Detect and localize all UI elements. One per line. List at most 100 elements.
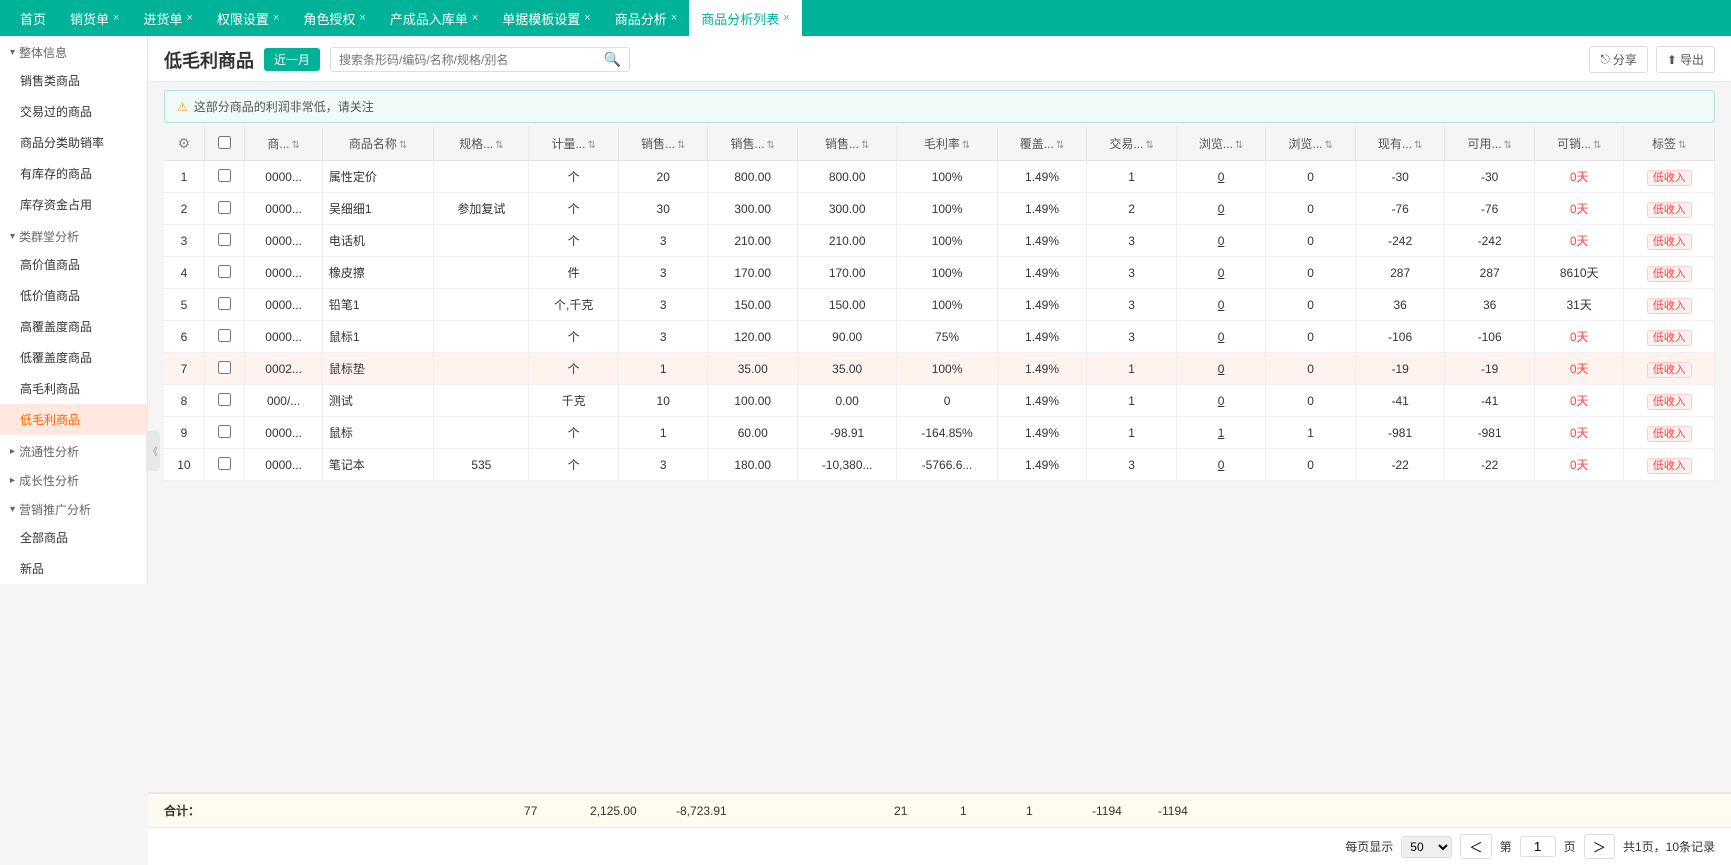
col-available[interactable]: 可用...⇅ bbox=[1445, 127, 1535, 161]
date-filter-button[interactable]: 近一月 bbox=[264, 48, 320, 71]
close-icon[interactable]: × bbox=[113, 12, 119, 24]
nav-product-analysis[interactable]: 商品分析 × bbox=[603, 0, 689, 36]
close-icon[interactable]: × bbox=[186, 12, 192, 24]
col-spec[interactable]: 规格...⇅ bbox=[434, 127, 529, 161]
sidebar-item-low-value[interactable]: 低价值商品 bbox=[0, 280, 147, 311]
select-all-checkbox[interactable] bbox=[218, 136, 231, 149]
close-icon[interactable]: × bbox=[273, 12, 279, 24]
close-icon[interactable]: × bbox=[584, 12, 590, 24]
prev-page-button[interactable]: ＜ bbox=[1460, 834, 1491, 859]
row-name: 笔记本 bbox=[322, 449, 433, 481]
nav-template-settings[interactable]: 单据模板设置 × bbox=[490, 0, 602, 36]
row-select-checkbox[interactable] bbox=[218, 265, 231, 278]
tag-badge: 低收入 bbox=[1647, 266, 1692, 282]
row-select-checkbox[interactable] bbox=[218, 233, 231, 246]
nav-finished-goods[interactable]: 产成品入库单 × bbox=[378, 0, 490, 36]
col-sales-amount[interactable]: 销售...⇅ bbox=[798, 127, 897, 161]
row-select-checkbox[interactable] bbox=[218, 297, 231, 310]
row-no: 2 bbox=[164, 193, 204, 225]
row-view1[interactable]: 0 bbox=[1176, 225, 1266, 257]
sidebar-item-stock-funds[interactable]: 库存资金占用 bbox=[0, 189, 147, 220]
row-select-checkbox[interactable] bbox=[218, 425, 231, 438]
nav-permission-settings[interactable]: 权限设置 × bbox=[205, 0, 291, 36]
col-view2[interactable]: 浏览...⇅ bbox=[1266, 127, 1356, 161]
nav-purchase-order[interactable]: 进货单 × bbox=[131, 0, 204, 36]
row-checkbox[interactable] bbox=[204, 289, 245, 321]
sidebar-group-overall-info[interactable]: ▾ 整体信息 bbox=[0, 36, 147, 65]
share-button[interactable]: ⎋ 分享 bbox=[1589, 46, 1648, 73]
col-cover-rate[interactable]: 覆盖...⇅ bbox=[997, 127, 1087, 161]
search-icon[interactable]: 🔍 bbox=[604, 51, 621, 68]
column-settings-icon[interactable]: ⚙ bbox=[178, 135, 191, 151]
sidebar-group-liquidity[interactable]: ▸ 流通性分析 bbox=[0, 435, 147, 464]
row-checkbox[interactable] bbox=[204, 385, 245, 417]
row-view1[interactable]: 1 bbox=[1176, 417, 1266, 449]
page-input[interactable] bbox=[1520, 836, 1556, 857]
sidebar-collapse-button[interactable]: 《 bbox=[146, 431, 160, 471]
row-checkbox[interactable] bbox=[204, 161, 245, 193]
sidebar-item-traded-goods[interactable]: 交易过的商品 bbox=[0, 96, 147, 127]
sidebar-item-category-rate[interactable]: 商品分类助销率 bbox=[0, 127, 147, 158]
sidebar-item-new-goods[interactable]: 新品 bbox=[0, 553, 147, 584]
row-checkbox[interactable] bbox=[204, 193, 245, 225]
col-settings[interactable]: ⚙ bbox=[164, 127, 204, 161]
row-name: 属性定价 bbox=[322, 161, 433, 193]
close-icon[interactable]: × bbox=[359, 12, 365, 24]
next-page-button[interactable]: ＞ bbox=[1584, 834, 1615, 859]
col-sellable[interactable]: 可销...⇅ bbox=[1534, 127, 1624, 161]
row-checkbox[interactable] bbox=[204, 417, 245, 449]
close-icon[interactable]: × bbox=[472, 12, 478, 24]
row-view1[interactable]: 0 bbox=[1176, 321, 1266, 353]
row-select-checkbox[interactable] bbox=[218, 361, 231, 374]
row-select-checkbox[interactable] bbox=[218, 457, 231, 470]
nav-role-auth[interactable]: 角色授权 × bbox=[291, 0, 377, 36]
sidebar-item-low-margin[interactable]: 低毛利商品 bbox=[0, 404, 147, 435]
row-transaction: 1 bbox=[1087, 161, 1177, 193]
row-view1[interactable]: 0 bbox=[1176, 385, 1266, 417]
row-view1[interactable]: 0 bbox=[1176, 257, 1266, 289]
sidebar-item-low-coverage[interactable]: 低覆盖度商品 bbox=[0, 342, 147, 373]
col-code[interactable]: 商...⇅ bbox=[245, 127, 323, 161]
row-code: 0000... bbox=[245, 193, 323, 225]
nav-home[interactable]: 首页 bbox=[8, 0, 58, 36]
col-name[interactable]: 商品名称⇅ bbox=[322, 127, 433, 161]
row-checkbox[interactable] bbox=[204, 225, 245, 257]
row-view1[interactable]: 0 bbox=[1176, 289, 1266, 321]
col-transaction[interactable]: 交易...⇅ bbox=[1087, 127, 1177, 161]
sidebar-group-cluster-analysis[interactable]: ▾ 类群堂分析 bbox=[0, 220, 147, 249]
col-view1[interactable]: 浏览...⇅ bbox=[1176, 127, 1266, 161]
row-checkbox[interactable] bbox=[204, 449, 245, 481]
col-tag[interactable]: 标签⇅ bbox=[1624, 127, 1715, 161]
row-checkbox[interactable] bbox=[204, 321, 245, 353]
close-icon[interactable]: × bbox=[783, 12, 789, 24]
nav-product-analysis-list[interactable]: 商品分析列表 × bbox=[689, 0, 801, 36]
per-page-select[interactable]: 50 100 bbox=[1401, 836, 1452, 858]
row-select-checkbox[interactable] bbox=[218, 329, 231, 342]
search-input[interactable] bbox=[339, 53, 604, 67]
row-select-checkbox[interactable] bbox=[218, 201, 231, 214]
sidebar-item-all-goods[interactable]: 全部商品 bbox=[0, 522, 147, 553]
row-view1[interactable]: 0 bbox=[1176, 193, 1266, 225]
sidebar-item-high-margin[interactable]: 高毛利商品 bbox=[0, 373, 147, 404]
export-button[interactable]: ⬆ 导出 bbox=[1656, 46, 1715, 73]
col-current-stock[interactable]: 现有...⇅ bbox=[1355, 127, 1445, 161]
sidebar-group-growth[interactable]: ▸ 成长性分析 bbox=[0, 464, 147, 493]
sidebar-item-sales-goods[interactable]: 销售类商品 bbox=[0, 65, 147, 96]
close-icon[interactable]: × bbox=[671, 12, 677, 24]
sidebar-item-high-value[interactable]: 高价值商品 bbox=[0, 249, 147, 280]
sidebar-group-marketing[interactable]: ▾ 营销推广分析 bbox=[0, 493, 147, 522]
row-select-checkbox[interactable] bbox=[218, 393, 231, 406]
row-checkbox[interactable] bbox=[204, 353, 245, 385]
sidebar-item-stock-goods[interactable]: 有库存的商品 bbox=[0, 158, 147, 189]
sidebar-item-high-coverage[interactable]: 高覆盖度商品 bbox=[0, 311, 147, 342]
row-view1[interactable]: 0 bbox=[1176, 161, 1266, 193]
col-sales-qty[interactable]: 销售...⇅ bbox=[618, 127, 708, 161]
col-unit[interactable]: 计量...⇅ bbox=[529, 127, 619, 161]
row-view1[interactable]: 0 bbox=[1176, 449, 1266, 481]
col-gross-rate[interactable]: 毛利率⇅ bbox=[897, 127, 997, 161]
col-sales-price[interactable]: 销售...⇅ bbox=[708, 127, 798, 161]
row-select-checkbox[interactable] bbox=[218, 169, 231, 182]
row-checkbox[interactable] bbox=[204, 257, 245, 289]
row-view1[interactable]: 0 bbox=[1176, 353, 1266, 385]
nav-sales-order[interactable]: 销货单 × bbox=[58, 0, 131, 36]
